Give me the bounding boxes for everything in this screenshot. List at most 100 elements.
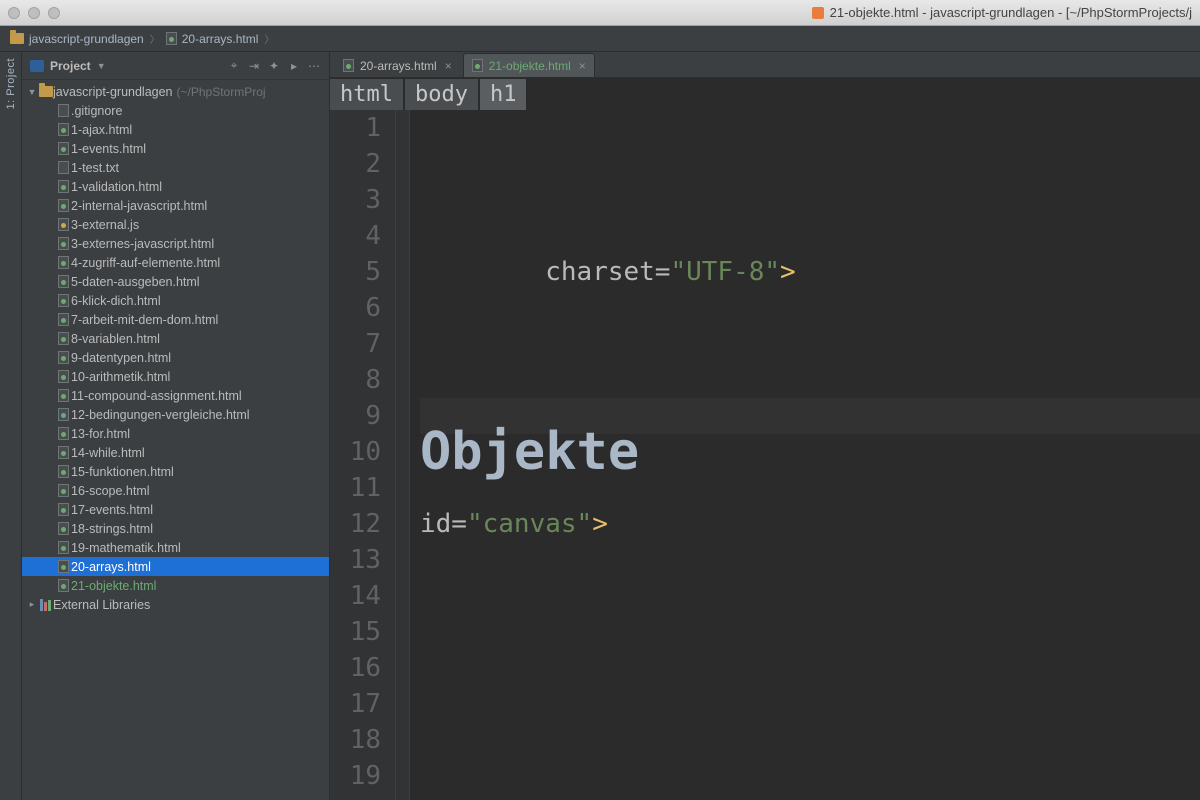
- html-file-icon: [58, 427, 69, 440]
- dom-token[interactable]: body: [405, 79, 478, 110]
- tree-item-label: 10-arithmetik.html: [71, 370, 170, 384]
- html-file-icon: [472, 59, 483, 72]
- tree-item-label: 1-ajax.html: [71, 123, 132, 137]
- tree-item[interactable]: 5-daten-ausgeben.html: [22, 272, 329, 291]
- tree-item[interactable]: 6-klick-dich.html: [22, 291, 329, 310]
- tree-item[interactable]: 8-variablen.html: [22, 329, 329, 348]
- tree-item-label: 17-events.html: [71, 503, 153, 517]
- tree-item[interactable]: 18-strings.html: [22, 519, 329, 538]
- minimize-window-icon[interactable]: [28, 7, 40, 19]
- tree-item[interactable]: 3-externes-javascript.html: [22, 234, 329, 253]
- tree-item[interactable]: 13-for.html: [22, 424, 329, 443]
- html-file-icon: [58, 446, 69, 459]
- tree-item[interactable]: 1-test.txt: [22, 158, 329, 177]
- tree-item-label: 3-external.js: [71, 218, 139, 232]
- editor-tab[interactable]: 20-arrays.html ×: [334, 53, 461, 77]
- tree-root[interactable]: ▼javascript-grundlagen(~/PhpStormProj: [22, 82, 329, 101]
- tree-item[interactable]: 11-compound-assignment.html: [22, 386, 329, 405]
- gear-icon[interactable]: ✦: [267, 59, 281, 73]
- external-libraries-label: External Libraries: [53, 598, 150, 612]
- tree-item[interactable]: 1-events.html: [22, 139, 329, 158]
- tree-item-label: 9-datentypen.html: [71, 351, 171, 365]
- dom-breadcrumb: htmlbodyh1: [330, 78, 1200, 110]
- tree-item[interactable]: 9-datentypen.html: [22, 348, 329, 367]
- code-content[interactable]: </span><span class="link">Objekte</span>…: [410, 110, 1200, 800]
- libraries-icon: [40, 599, 52, 611]
- tree-item-label: 4-zugriff-auf-elemente.html: [71, 256, 220, 270]
- tree-item[interactable]: 10-arithmetik.html: [22, 367, 329, 386]
- tree-item[interactable]: 17-events.html: [22, 500, 329, 519]
- html-file-icon: [58, 370, 69, 383]
- breadcrumb-bar: javascript-grundlagen 〉 20-arrays.html 〉: [0, 26, 1200, 52]
- chevron-right-icon: 〉: [150, 31, 160, 46]
- hide-icon[interactable]: ▸: [287, 59, 301, 73]
- html-file-icon: [58, 275, 69, 288]
- app-icon: [812, 7, 824, 19]
- tree-item[interactable]: 20-arrays.html: [22, 557, 329, 576]
- html-file-icon: [58, 332, 69, 345]
- dom-token[interactable]: html: [330, 79, 403, 110]
- zoom-window-icon[interactable]: [48, 7, 60, 19]
- html-file-icon: [166, 32, 177, 45]
- collapse-all-icon[interactable]: ⇥: [247, 59, 261, 73]
- project-tree[interactable]: ▼javascript-grundlagen(~/PhpStormProj.gi…: [22, 80, 329, 800]
- tree-item-label: 7-arbeit-mit-dem-dom.html: [71, 313, 218, 327]
- window-title-text: 21-objekte.html - javascript-grundlagen …: [830, 5, 1192, 20]
- close-window-icon[interactable]: [8, 7, 20, 19]
- tree-item-label: 14-while.html: [71, 446, 145, 460]
- html-file-icon: [58, 180, 69, 193]
- tree-item[interactable]: 3-external.js: [22, 215, 329, 234]
- tree-item[interactable]: 2-internal-javascript.html: [22, 196, 329, 215]
- tree-item[interactable]: 4-zugriff-auf-elemente.html: [22, 253, 329, 272]
- html-file-icon: [58, 408, 69, 421]
- html-file-icon: [58, 484, 69, 497]
- html-file-icon: [58, 313, 69, 326]
- breadcrumb-file[interactable]: 20-arrays.html: [166, 32, 259, 46]
- close-tab-icon[interactable]: ×: [445, 59, 452, 73]
- tree-item[interactable]: 15-funktionen.html: [22, 462, 329, 481]
- project-icon: [30, 60, 44, 72]
- breadcrumb-folder[interactable]: javascript-grundlagen: [10, 32, 144, 46]
- project-tool-window-button[interactable]: 1: Project: [5, 58, 17, 109]
- project-sidebar: Project ▼ ⌖ ⇥ ✦ ▸ ⋯ ▼ javascript-grundlag…: [22, 52, 330, 800]
- line-gutter: 12345678910111213141516171819: [330, 110, 396, 800]
- chevron-down-icon[interactable]: ▼: [97, 61, 106, 71]
- tree-item[interactable]: 12-bedingungen-vergleiche.html: [22, 405, 329, 424]
- tree-item[interactable]: 16-scope.html: [22, 481, 329, 500]
- close-tab-icon[interactable]: ×: [579, 59, 586, 73]
- dom-token[interactable]: h1: [480, 79, 527, 110]
- html-file-icon: [58, 142, 69, 155]
- breadcrumb-folder-label: javascript-grundlagen: [29, 32, 144, 46]
- editor-tab[interactable]: 21-objekte.html ×: [463, 53, 595, 77]
- chevron-right-icon[interactable]: ▸: [26, 599, 38, 610]
- more-icon[interactable]: ⋯: [307, 59, 321, 73]
- html-file-icon: [58, 579, 69, 592]
- tree-item-label: 2-internal-javascript.html: [71, 199, 207, 213]
- code-editor[interactable]: 12345678910111213141516171819 </span><sp…: [330, 110, 1200, 800]
- tab-label: 21-objekte.html: [489, 59, 571, 73]
- locate-icon[interactable]: ⌖: [227, 59, 241, 73]
- tree-item[interactable]: .gitignore: [22, 101, 329, 120]
- tree-item-label: 1-validation.html: [71, 180, 162, 194]
- folder-icon: [39, 86, 53, 97]
- breadcrumb-file-label: 20-arrays.html: [182, 32, 259, 46]
- html-file-icon: [58, 237, 69, 250]
- editor-tabs: 20-arrays.html × 21-objekte.html ×: [330, 52, 1200, 78]
- tree-item-label: 1-test.txt: [71, 161, 119, 175]
- tree-item[interactable]: 1-validation.html: [22, 177, 329, 196]
- project-sidebar-title[interactable]: Project: [50, 59, 91, 73]
- tree-item[interactable]: 14-while.html: [22, 443, 329, 462]
- tree-item-label: 11-compound-assignment.html: [71, 389, 242, 403]
- tree-item[interactable]: 21-objekte.html: [22, 576, 329, 595]
- tree-item-label: 8-variablen.html: [71, 332, 160, 346]
- tree-item[interactable]: 19-mathematik.html: [22, 538, 329, 557]
- tree-item-label: 5-daten-ausgeben.html: [71, 275, 200, 289]
- external-libraries[interactable]: ▸ External Libraries: [22, 595, 329, 614]
- chevron-down-icon[interactable]: ▼: [26, 87, 38, 97]
- tab-label: 20-arrays.html: [360, 59, 437, 73]
- tree-root-label: javascript-grundlagen: [53, 85, 173, 99]
- tree-item[interactable]: 7-arbeit-mit-dem-dom.html: [22, 310, 329, 329]
- tree-item[interactable]: 1-ajax.html: [22, 120, 329, 139]
- window-title: 21-objekte.html - javascript-grundlagen …: [812, 5, 1192, 20]
- html-file-icon: [58, 123, 69, 136]
